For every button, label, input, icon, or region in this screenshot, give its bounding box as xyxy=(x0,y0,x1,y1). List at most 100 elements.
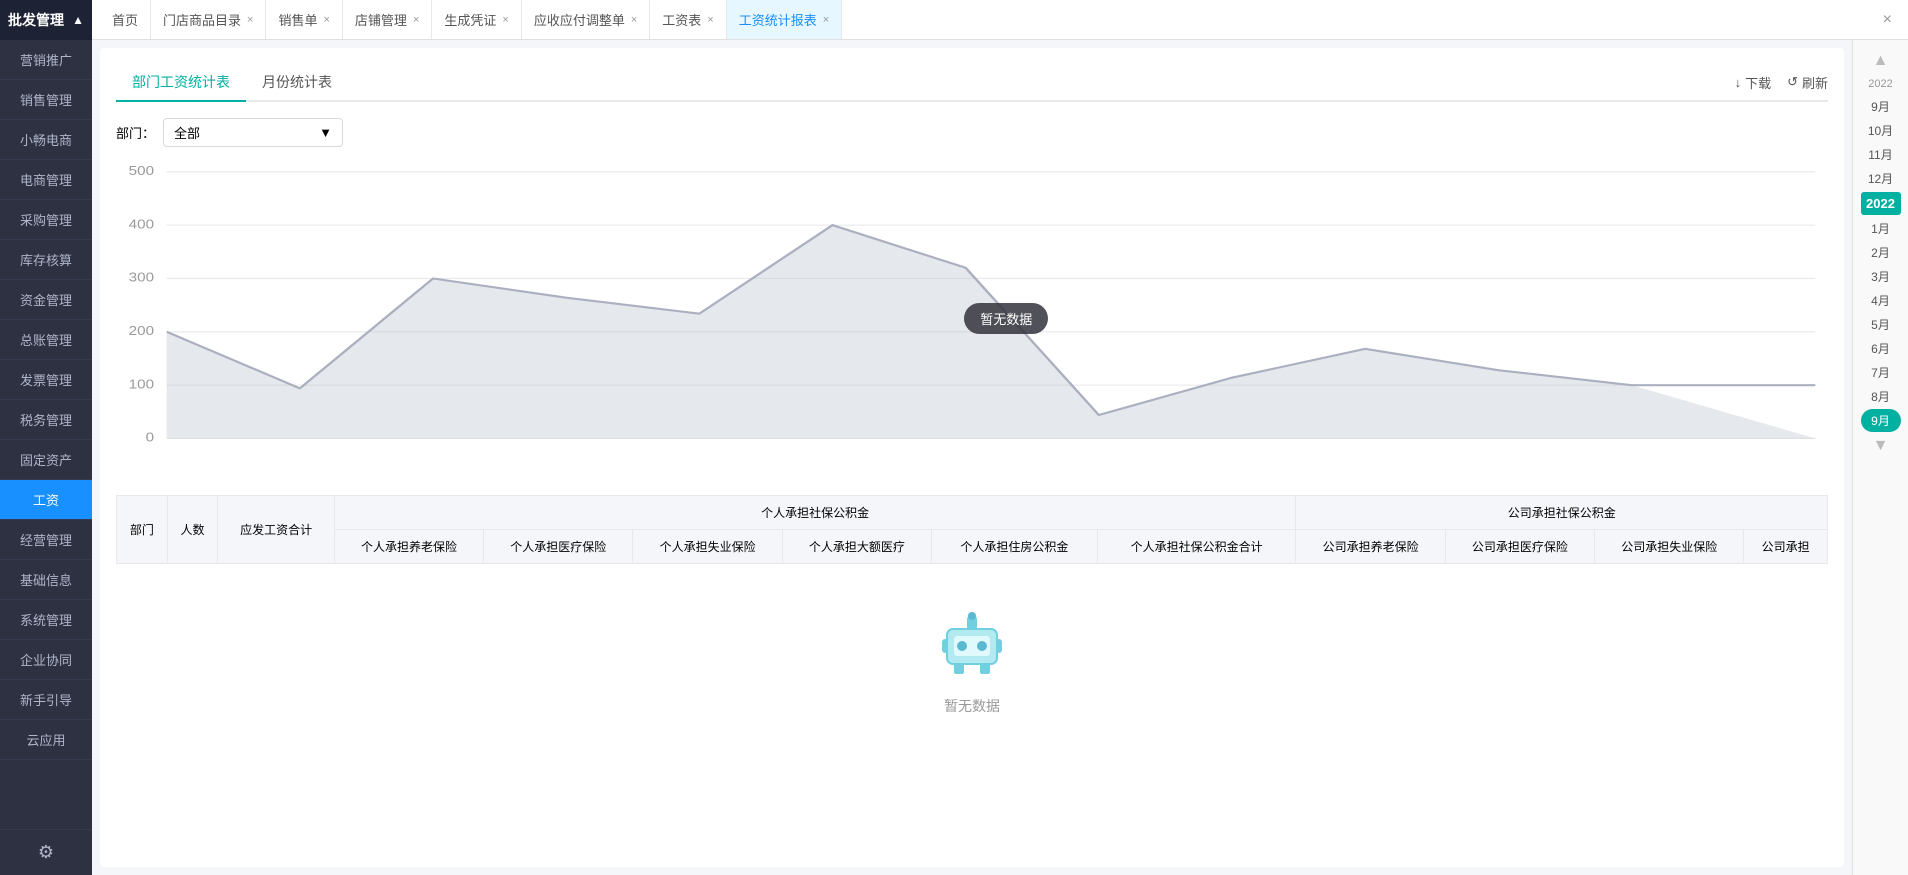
sidebar-item-小畅电商[interactable]: 小畅电商 xyxy=(0,120,92,160)
timeline-year-2022-label: 2022 xyxy=(1868,78,1892,90)
col-personal-medical: 个人承担医疗保险 xyxy=(484,530,633,564)
tab-应收应付调整单[interactable]: 应收应付调整单× xyxy=(522,0,650,40)
col-company-pension: 公司承担养老保险 xyxy=(1296,530,1445,564)
sidebar-item-销售管理[interactable]: 销售管理 xyxy=(0,80,92,120)
empty-state: 暂无数据 xyxy=(116,564,1828,756)
col-personal-major-medical: 个人承担大额医疗 xyxy=(782,530,931,564)
dept-select[interactable]: 全部 ▼ xyxy=(163,118,343,147)
timeline-month-9月[interactable]: 9月 xyxy=(1861,95,1901,118)
tabbar: 首页门店商品目录×销售单×店铺管理×生成凭证×应收应付调整单×工资表×工资统计报… xyxy=(92,0,1908,40)
timeline-month-3月[interactable]: 3月 xyxy=(1861,265,1901,288)
sidebar-expand-icon[interactable]: ▲ xyxy=(72,13,84,27)
timeline-month-6月[interactable]: 6月 xyxy=(1861,337,1901,360)
sidebar-item-企业协同[interactable]: 企业协同 xyxy=(0,640,92,680)
download-button[interactable]: ↓ 下载 xyxy=(1735,64,1772,100)
timeline-month-4月[interactable]: 4月 xyxy=(1861,289,1901,312)
timeline-month-11月[interactable]: 11月 xyxy=(1861,143,1901,166)
filter-toolbar: 部门： 全部 ▼ xyxy=(116,118,1828,147)
tab-dept-stats[interactable]: 部门工资统计表 xyxy=(116,64,246,102)
tab-close-icon[interactable]: × xyxy=(823,14,829,26)
svg-text:200: 200 xyxy=(129,323,155,338)
col-total-salary: 应发工资合计 xyxy=(218,496,334,564)
col-personal-total: 个人承担社保公积金合计 xyxy=(1097,530,1296,564)
sidebar-item-固定资产[interactable]: 固定资产 xyxy=(0,440,92,480)
settings-icon[interactable]: ⚙ xyxy=(0,829,92,875)
timeline-month-10月[interactable]: 10月 xyxy=(1861,119,1901,142)
sidebar-item-工资[interactable]: 工资 xyxy=(0,480,92,520)
col-personal-unemployment: 个人承担失业保险 xyxy=(633,530,782,564)
download-icon: ↓ xyxy=(1735,75,1742,90)
tab-店铺管理[interactable]: 店铺管理× xyxy=(343,0,432,40)
refresh-label: 刷新 xyxy=(1802,73,1828,92)
sidebar: 批发管理 ▲ 营销推广销售管理小畅电商电商管理采购管理库存核算资金管理总账管理发… xyxy=(0,0,92,875)
tab-month-stats[interactable]: 月份统计表 xyxy=(246,64,348,102)
timeline-panel: ▲ 2022 9月10月11月12月 2022 1月2月3月4月5月6月7月8月… xyxy=(1852,40,1908,875)
refresh-icon: ↺ xyxy=(1787,74,1798,90)
svg-text:0: 0 xyxy=(146,430,155,445)
tab-生成凭证[interactable]: 生成凭证× xyxy=(432,0,521,40)
col-group-personal: 个人承担社保公积金 xyxy=(334,496,1296,530)
timeline-month-2月[interactable]: 2月 xyxy=(1861,241,1901,264)
tab-close-icon[interactable]: × xyxy=(502,14,508,26)
tab-门店商品目录[interactable]: 门店商品目录× xyxy=(151,0,266,40)
timeline-month-1月[interactable]: 1月 xyxy=(1861,217,1901,240)
timeline-month-9月[interactable]: 9月 xyxy=(1861,409,1901,432)
sidebar-item-营销推广[interactable]: 营销推广 xyxy=(0,40,92,80)
sidebar-item-系统管理[interactable]: 系统管理 xyxy=(0,600,92,640)
col-company-other: 公司承担 xyxy=(1744,530,1828,564)
tab-首页[interactable]: 首页 xyxy=(100,0,151,40)
empty-text: 暂无数据 xyxy=(944,696,1000,716)
sidebar-item-库存核算[interactable]: 库存核算 xyxy=(0,240,92,280)
tab-close-icon[interactable]: × xyxy=(707,14,713,26)
chevron-down-icon: ▼ xyxy=(319,125,332,140)
tab-close-icon[interactable]: × xyxy=(631,14,637,26)
sidebar-item-税务管理[interactable]: 税务管理 xyxy=(0,400,92,440)
col-company-medical: 公司承担医疗保险 xyxy=(1445,530,1594,564)
col-personal-pension: 个人承担养老保险 xyxy=(334,530,483,564)
sidebar-item-电商管理[interactable]: 电商管理 xyxy=(0,160,92,200)
col-company-unemployment: 公司承担失业保险 xyxy=(1595,530,1744,564)
tab-工资表[interactable]: 工资表× xyxy=(650,0,726,40)
svg-text:400: 400 xyxy=(129,216,155,231)
inner-tabs: 部门工资统计表 月份统计表 ↓ 下载 ↺ 刷新 xyxy=(116,64,1828,102)
sidebar-item-新手引导[interactable]: 新手引导 xyxy=(0,680,92,720)
data-table: 部门 人数 应发工资合计 个人承担社保公积金 公司承担社保公积金 个人承担养老保… xyxy=(116,495,1828,564)
tab-销售单[interactable]: 销售单× xyxy=(266,0,342,40)
svg-text:300: 300 xyxy=(129,270,155,285)
page-content: 部门工资统计表 月份统计表 ↓ 下载 ↺ 刷新 部门： xyxy=(100,48,1844,867)
close-all-tabs-button[interactable]: × xyxy=(1875,11,1900,29)
sidebar-item-经营管理[interactable]: 经营管理 xyxy=(0,520,92,560)
download-label: 下载 xyxy=(1745,73,1771,92)
sidebar-item-采购管理[interactable]: 采购管理 xyxy=(0,200,92,240)
timeline-month-5月[interactable]: 5月 xyxy=(1861,313,1901,336)
chart-tooltip: 暂无数据 xyxy=(964,303,1048,334)
sidebar-item-资金管理[interactable]: 资金管理 xyxy=(0,280,92,320)
tab-工资统计报表[interactable]: 工资统计报表× xyxy=(727,0,842,40)
chart-area: 500 400 300 200 100 0 xyxy=(116,159,1828,479)
sidebar-item-总账管理[interactable]: 总账管理 xyxy=(0,320,92,360)
col-group-company: 公司承担社保公积金 xyxy=(1296,496,1828,530)
col-personal-housing: 个人承担住房公积金 xyxy=(932,530,1098,564)
timeline-month-7月[interactable]: 7月 xyxy=(1861,361,1901,384)
tab-close-icon[interactable]: × xyxy=(323,14,329,26)
col-dept: 部门 xyxy=(117,496,168,564)
tab-close-icon[interactable]: × xyxy=(247,14,253,26)
timeline-up-arrow[interactable]: ▲ xyxy=(1869,48,1893,74)
timeline-year-active[interactable]: 2022 xyxy=(1861,192,1901,215)
timeline-month-8月[interactable]: 8月 xyxy=(1861,385,1901,408)
sidebar-item-云应用[interactable]: 云应用 xyxy=(0,720,92,760)
svg-text:100: 100 xyxy=(129,376,155,391)
toolbar-actions: ↓ 下载 ↺ 刷新 xyxy=(1735,64,1828,100)
timeline-month-12月[interactable]: 12月 xyxy=(1861,167,1901,190)
refresh-button[interactable]: ↺ 刷新 xyxy=(1787,64,1828,100)
main-area: 首页门店商品目录×销售单×店铺管理×生成凭证×应收应付调整单×工资表×工资统计报… xyxy=(92,0,1908,875)
timeline-down-arrow[interactable]: ▼ xyxy=(1869,433,1893,459)
sidebar-item-基础信息[interactable]: 基础信息 xyxy=(0,560,92,600)
col-headcount: 人数 xyxy=(167,496,218,564)
tab-close-icon[interactable]: × xyxy=(413,14,419,26)
sidebar-item-发票管理[interactable]: 发票管理 xyxy=(0,360,92,400)
dept-select-value: 全部 xyxy=(174,123,200,142)
svg-text:500: 500 xyxy=(129,163,155,178)
dept-filter-label: 部门： xyxy=(116,123,155,142)
content-area: 部门工资统计表 月份统计表 ↓ 下载 ↺ 刷新 部门： xyxy=(92,40,1908,875)
